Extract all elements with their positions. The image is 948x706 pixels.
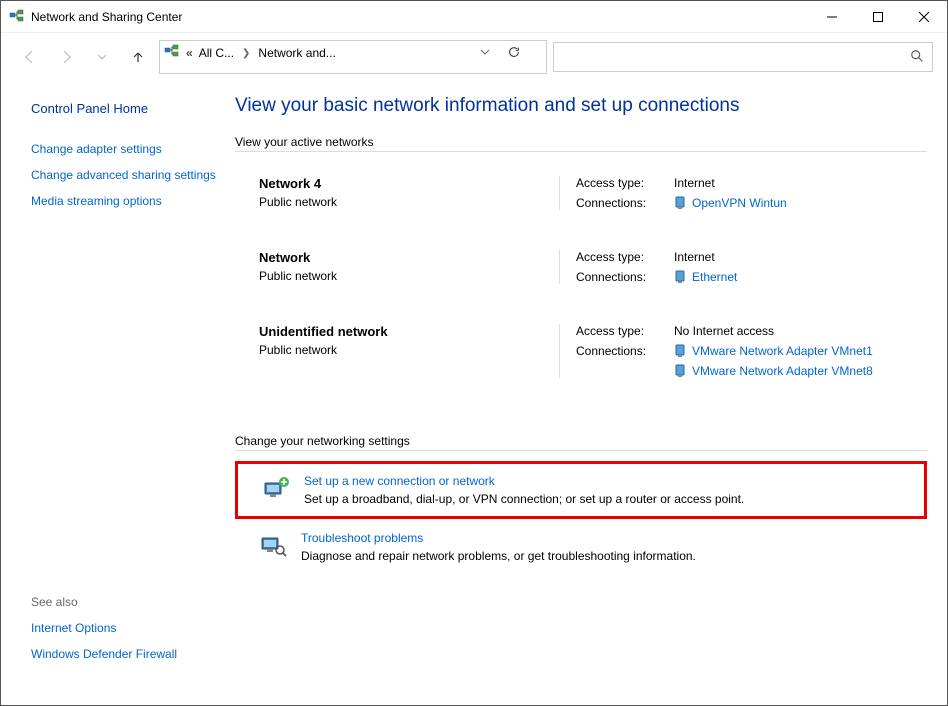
access-type-value: Internet (674, 250, 737, 264)
page-heading: View your basic network information and … (235, 95, 927, 117)
troubleshoot-title[interactable]: Troubleshoot problems (301, 531, 696, 545)
change-settings-label: Change your networking settings (235, 434, 927, 451)
troubleshoot-icon (259, 533, 287, 557)
connections-label: Connections: (576, 270, 666, 284)
network-type: Public network (259, 343, 559, 357)
highlight-annotation: Set up a new connection or network Set u… (235, 461, 927, 519)
network-name: Network 4 (259, 176, 559, 191)
breadcrumb-prefix: « (186, 46, 193, 60)
troubleshoot-item[interactable]: Troubleshoot problems Diagnose and repai… (235, 523, 927, 571)
window-controls (809, 2, 947, 32)
search-icon[interactable] (910, 49, 924, 66)
network-name: Network (259, 250, 559, 265)
up-button[interactable] (123, 42, 153, 72)
network-type: Public network (259, 195, 559, 209)
active-networks-label: View your active networks (235, 135, 927, 152)
breadcrumb-part1[interactable]: All C... (199, 46, 234, 60)
adapter-icon (674, 364, 686, 378)
network-block: Network Public network Access type: Inte… (235, 236, 927, 310)
access-type-label: Access type: (576, 176, 666, 190)
see-also-firewall[interactable]: Windows Defender Firewall (31, 647, 219, 661)
sidebar: Control Panel Home Change adapter settin… (1, 81, 231, 705)
search-input[interactable] (562, 49, 910, 65)
titlebar: Network and Sharing Center (1, 1, 947, 33)
adapter-icon (674, 270, 686, 284)
setup-connection-desc: Set up a broadband, dial-up, or VPN conn… (304, 492, 744, 506)
maximize-button[interactable] (855, 2, 901, 32)
see-also-internet-options[interactable]: Internet Options (31, 621, 219, 635)
connections-label: Connections: (576, 196, 666, 210)
access-type-value: Internet (674, 176, 787, 190)
forward-button[interactable] (51, 42, 81, 72)
navbar: « All C... ❯ Network and... (1, 33, 947, 81)
adapter-icon (674, 196, 686, 210)
chevron-right-icon[interactable]: ❯ (240, 48, 252, 59)
connection-link[interactable]: VMware Network Adapter VMnet8 (692, 364, 873, 378)
see-also-label: See also (31, 595, 219, 609)
control-panel-home-link[interactable]: Control Panel Home (31, 101, 219, 116)
troubleshoot-desc: Diagnose and repair network problems, or… (301, 549, 696, 563)
sidebar-link-adapter[interactable]: Change adapter settings (31, 142, 219, 156)
sidebar-link-sharing[interactable]: Change advanced sharing settings (31, 168, 219, 182)
access-type-value: No Internet access (674, 324, 873, 338)
network-block: Unidentified network Public network Acce… (235, 310, 927, 404)
network-block: Network 4 Public network Access type: In… (235, 162, 927, 236)
sidebar-link-streaming[interactable]: Media streaming options (31, 194, 219, 208)
connection-link[interactable]: OpenVPN Wintun (692, 196, 787, 210)
back-button[interactable] (15, 42, 45, 72)
refresh-button[interactable] (502, 45, 526, 62)
main-panel: View your basic network information and … (231, 81, 947, 705)
active-networks-list: Network 4 Public network Access type: In… (235, 162, 927, 404)
window-title: Network and Sharing Center (31, 10, 182, 24)
search-box[interactable] (553, 42, 933, 72)
window: Network and Sharing Center (0, 0, 948, 706)
address-dropdown[interactable] (474, 47, 496, 60)
network-type: Public network (259, 269, 559, 283)
breadcrumb-icon (164, 44, 180, 63)
close-button[interactable] (901, 2, 947, 32)
network-name: Unidentified network (259, 324, 559, 339)
setup-connection-title[interactable]: Set up a new connection or network (304, 474, 744, 488)
setup-connection-icon (262, 476, 290, 500)
see-also-section: See also Internet Options Windows Defend… (31, 595, 219, 693)
connection-link[interactable]: Ethernet (692, 270, 737, 284)
connection-link[interactable]: VMware Network Adapter VMnet1 (692, 344, 873, 358)
setup-connection-item[interactable]: Set up a new connection or network Set u… (238, 466, 924, 514)
connections-label: Connections: (576, 344, 666, 378)
body: Control Panel Home Change adapter settin… (1, 81, 947, 705)
app-icon (9, 9, 25, 25)
adapter-icon (674, 344, 686, 358)
minimize-button[interactable] (809, 2, 855, 32)
access-type-label: Access type: (576, 324, 666, 338)
recent-dropdown[interactable] (87, 42, 117, 72)
access-type-label: Access type: (576, 250, 666, 264)
breadcrumb-part2[interactable]: Network and... (258, 46, 335, 60)
address-bar[interactable]: « All C... ❯ Network and... (159, 40, 547, 74)
